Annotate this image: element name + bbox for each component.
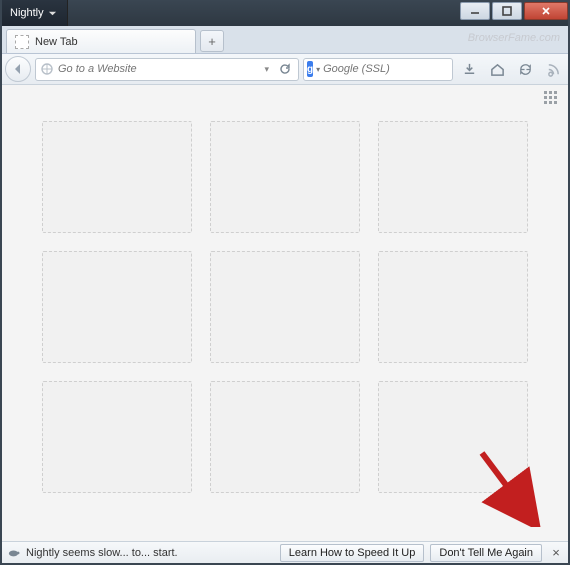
speed-dial-grid bbox=[2, 121, 568, 493]
back-button[interactable] bbox=[5, 56, 31, 82]
feed-button[interactable] bbox=[541, 57, 565, 81]
navigation-toolbar: ▾ g ▾ bbox=[0, 54, 570, 85]
toggle-thumbnails-button[interactable] bbox=[544, 91, 560, 107]
tab-strip: New Tab + BrowserFame.com bbox=[0, 26, 570, 54]
reload-button[interactable] bbox=[276, 63, 294, 75]
search-input[interactable] bbox=[323, 63, 466, 75]
home-icon bbox=[490, 62, 505, 77]
chevron-down-icon bbox=[48, 9, 57, 18]
url-input[interactable] bbox=[58, 63, 257, 75]
notification-message: Nightly seems slow... to... start. bbox=[26, 547, 274, 559]
minimize-button[interactable] bbox=[460, 2, 490, 20]
turtle-icon bbox=[7, 546, 20, 559]
speed-dial-tile[interactable] bbox=[378, 381, 528, 493]
new-tab-button[interactable]: + bbox=[200, 30, 224, 52]
maximize-icon bbox=[502, 6, 512, 16]
sync-icon bbox=[518, 62, 533, 77]
speed-dial-tile[interactable] bbox=[378, 251, 528, 363]
identity-icon[interactable] bbox=[40, 62, 54, 76]
close-window-button[interactable] bbox=[524, 2, 568, 20]
window-controls bbox=[460, 0, 570, 26]
newtab-page bbox=[2, 85, 568, 541]
plus-icon: + bbox=[208, 34, 216, 49]
search-engine-icon[interactable]: g bbox=[307, 61, 313, 77]
url-bar[interactable]: ▾ bbox=[35, 58, 299, 81]
speed-dial-tile[interactable] bbox=[210, 121, 360, 233]
speed-dial-tile[interactable] bbox=[210, 381, 360, 493]
maximize-button[interactable] bbox=[492, 2, 522, 20]
speed-dial-tile[interactable] bbox=[210, 251, 360, 363]
back-arrow-icon bbox=[12, 63, 24, 75]
dont-tell-again-button[interactable]: Don't Tell Me Again bbox=[430, 544, 542, 562]
app-menu-button[interactable]: Nightly bbox=[0, 0, 68, 26]
notification-close-button[interactable]: × bbox=[548, 545, 564, 561]
minimize-icon bbox=[470, 6, 480, 16]
speed-dial-tile[interactable] bbox=[42, 121, 192, 233]
close-icon bbox=[541, 6, 551, 16]
speed-dial-tile[interactable] bbox=[42, 251, 192, 363]
slow-startup-notification: Nightly seems slow... to... start. Learn… bbox=[2, 541, 568, 563]
learn-speedup-button[interactable]: Learn How to Speed It Up bbox=[280, 544, 425, 562]
speed-dial-tile[interactable] bbox=[378, 121, 528, 233]
search-bar[interactable]: g ▾ bbox=[303, 58, 453, 81]
tab-title: New Tab bbox=[35, 36, 78, 48]
watermark-text: BrowserFame.com bbox=[468, 32, 560, 44]
sync-button[interactable] bbox=[513, 57, 537, 81]
reload-icon bbox=[279, 63, 291, 75]
download-icon bbox=[462, 62, 477, 77]
url-history-dropdown[interactable]: ▾ bbox=[261, 64, 272, 75]
globe-icon bbox=[41, 63, 53, 75]
tab-newtab[interactable]: New Tab bbox=[6, 29, 196, 53]
search-engine-dropdown[interactable]: ▾ bbox=[316, 65, 320, 74]
grid-icon bbox=[544, 91, 560, 104]
downloads-button[interactable] bbox=[457, 57, 481, 81]
rss-icon bbox=[546, 62, 561, 77]
titlebar: Nightly bbox=[0, 0, 570, 26]
notification-icon bbox=[6, 546, 20, 560]
tab-favicon bbox=[15, 35, 29, 49]
home-button[interactable] bbox=[485, 57, 509, 81]
app-menu-label: Nightly bbox=[10, 7, 44, 19]
speed-dial-tile[interactable] bbox=[42, 381, 192, 493]
